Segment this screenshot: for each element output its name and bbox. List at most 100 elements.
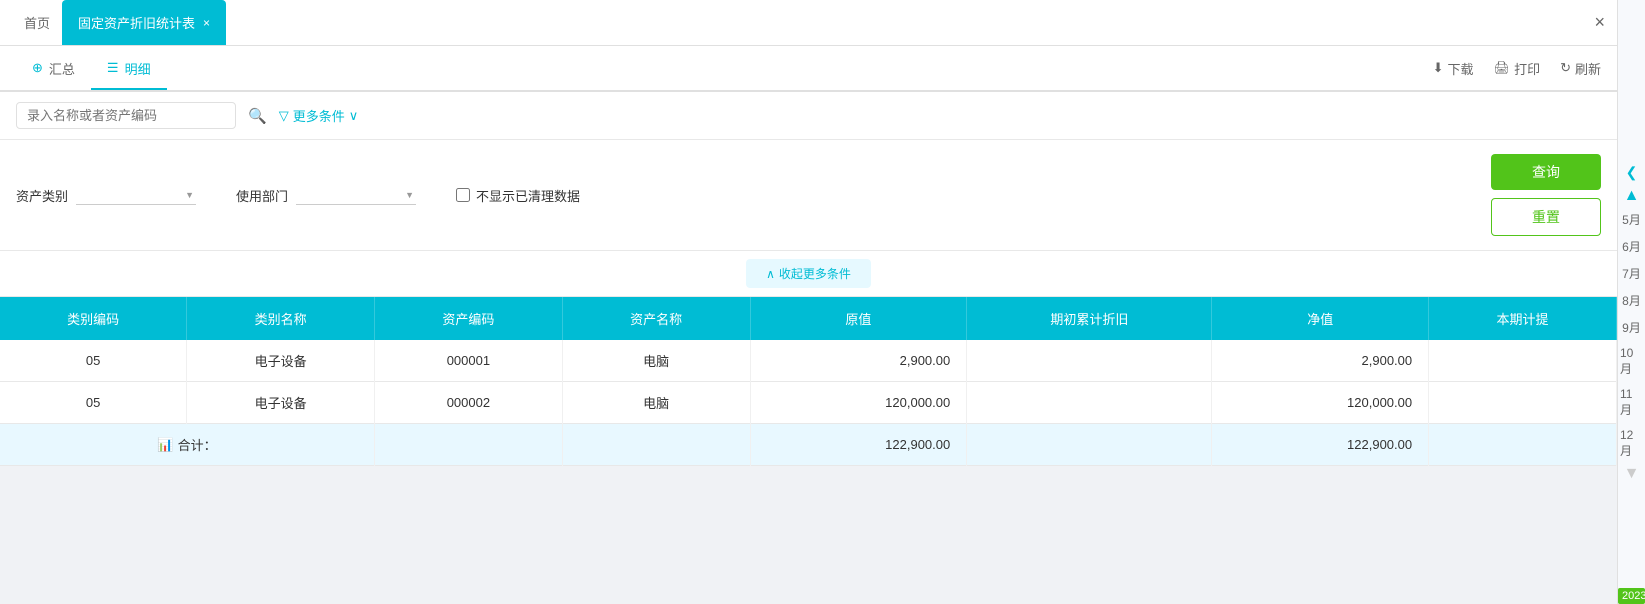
total-label-cell: 📊 合计： — [0, 424, 374, 466]
total-asset-code — [374, 424, 562, 466]
table-row[interactable]: 05 电子设备 000002 电脑 120,000.00 120,000.00 — [0, 382, 1617, 424]
chevron-down-icon: ∨ — [349, 108, 359, 124]
reset-button[interactable]: 重置 — [1491, 198, 1601, 236]
sidebar-chevron-icon[interactable]: ❮ — [1622, 160, 1642, 185]
refresh-action[interactable]: ↻ 刷新 — [1560, 59, 1601, 78]
sidebar-month-6[interactable]: 6月 — [1620, 234, 1643, 259]
asset-category-filter: 资产类别 — [16, 185, 196, 205]
sidebar-month-12[interactable]: 12月 — [1618, 424, 1645, 463]
row2-current-depreciation — [1429, 382, 1617, 424]
total-icon: 📊 — [157, 437, 173, 453]
sidebar-month-9[interactable]: 9月 — [1620, 315, 1643, 340]
row1-original-value: 2,900.00 — [750, 340, 967, 382]
col-accumulated-depreciation: 期初累计折旧 — [967, 297, 1212, 340]
detail-icon: ☰ — [107, 60, 119, 76]
col-asset-code: 资产编码 — [374, 297, 562, 340]
total-accumulated-depreciation — [967, 424, 1212, 466]
more-filter-label: 更多条件 — [293, 106, 345, 125]
row1-category-name: 电子设备 — [187, 340, 375, 382]
collapse-bar: ∧ 收起更多条件 — [0, 251, 1617, 297]
total-original-value: 122,900.00 — [750, 424, 967, 466]
row1-accumulated-depreciation — [967, 340, 1212, 382]
use-department-label: 使用部门 — [236, 186, 288, 205]
collapse-icon: ∧ — [766, 267, 775, 281]
asset-category-label: 资产类别 — [16, 186, 68, 205]
window-close-icon[interactable]: × — [1594, 12, 1605, 33]
row1-current-depreciation — [1429, 340, 1617, 382]
sidebar-scroll-up[interactable]: ▲ — [1624, 187, 1640, 205]
refresh-label: 刷新 — [1575, 59, 1601, 78]
row1-net-value: 2,900.00 — [1212, 340, 1429, 382]
col-current-depreciation: 本期计提 — [1429, 297, 1617, 340]
tab-detail[interactable]: ☰ 明细 — [91, 49, 167, 90]
row2-asset-code: 000002 — [374, 382, 562, 424]
data-table: 类别编码 类别名称 资产编码 资产名称 原值 期初累计折旧 净值 本期计提 05… — [0, 297, 1617, 466]
row2-original-value: 120,000.00 — [750, 382, 967, 424]
sidebar-month-11[interactable]: 11月 — [1618, 383, 1645, 422]
hide-cleared-filter: 不显示已清理数据 — [456, 186, 580, 205]
sidebar-month-10[interactable]: 10月 — [1618, 342, 1645, 381]
row2-category-code: 05 — [0, 382, 187, 424]
asset-category-select-wrapper — [76, 185, 196, 205]
filter-area: 资产类别 使用部门 不显示已清理数据 — [0, 140, 1617, 251]
action-buttons: ⬇ 下载 🖨 打印 ↻ 刷新 — [1433, 59, 1601, 78]
print-icon: 🖨 — [1494, 60, 1511, 76]
total-label-text: 合计： — [178, 435, 217, 454]
search-input[interactable] — [16, 102, 236, 129]
download-label: 下载 — [1448, 59, 1474, 78]
detail-label: 明细 — [125, 59, 151, 78]
total-asset-name — [562, 424, 750, 466]
row2-asset-name: 电脑 — [562, 382, 750, 424]
total-net-value: 122,900.00 — [1212, 424, 1429, 466]
asset-category-select[interactable] — [76, 185, 196, 205]
tab-summary[interactable]: ⊕ 汇总 — [16, 49, 91, 90]
row2-category-name: 电子设备 — [187, 382, 375, 424]
col-net-value: 净值 — [1212, 297, 1429, 340]
total-row: 📊 合计： 122,900.00 122,900.00 — [0, 424, 1617, 466]
sidebar-month-5[interactable]: 5月 — [1620, 207, 1643, 232]
use-department-select[interactable] — [296, 185, 416, 205]
col-category-name: 类别名称 — [187, 297, 375, 340]
tab-close-icon[interactable]: × — [203, 16, 210, 30]
use-department-select-wrapper — [296, 185, 416, 205]
sidebar-month-8[interactable]: 8月 — [1620, 288, 1643, 313]
use-department-filter: 使用部门 — [236, 185, 416, 205]
table-header-row: 类别编码 类别名称 资产编码 资产名称 原值 期初累计折旧 净值 本期计提 — [0, 297, 1617, 340]
top-nav: 首页 固定资产折旧统计表 × × — [0, 0, 1617, 46]
summary-icon: ⊕ — [32, 60, 43, 76]
filter-icon: ▽ — [279, 108, 289, 124]
row2-net-value: 120,000.00 — [1212, 382, 1429, 424]
search-bar: 🔍 ▽ 更多条件 ∨ — [0, 92, 1617, 140]
total-current-depreciation — [1429, 424, 1617, 466]
hide-cleared-label: 不显示已清理数据 — [476, 186, 580, 205]
year-badge: 2023 — [1618, 588, 1645, 604]
download-icon: ⬇ — [1433, 60, 1444, 76]
hide-cleared-checkbox[interactable] — [456, 188, 470, 202]
right-sidebar: ❮ ▲ 5月 6月 7月 8月 9月 10月 11月 12月 ▼ 2023 — [1617, 0, 1645, 604]
filter-action-buttons: 查询 重置 — [1491, 154, 1601, 236]
sub-tab-bar: ⊕ 汇总 ☰ 明细 ⬇ 下载 🖨 打印 ↻ 刷新 — [0, 46, 1617, 92]
sidebar-month-7[interactable]: 7月 — [1620, 261, 1643, 286]
refresh-icon: ↻ — [1560, 60, 1571, 76]
download-action[interactable]: ⬇ 下载 — [1433, 59, 1474, 78]
print-action[interactable]: 🖨 打印 — [1494, 59, 1541, 78]
collapse-button[interactable]: ∧ 收起更多条件 — [746, 259, 871, 288]
print-label: 打印 — [1514, 59, 1540, 78]
col-asset-name: 资产名称 — [562, 297, 750, 340]
table-row[interactable]: 05 电子设备 000001 电脑 2,900.00 2,900.00 — [0, 340, 1617, 382]
row1-asset-code: 000001 — [374, 340, 562, 382]
row2-accumulated-depreciation — [967, 382, 1212, 424]
row1-asset-name: 电脑 — [562, 340, 750, 382]
sidebar-scroll-down[interactable]: ▼ — [1624, 465, 1640, 483]
col-original-value: 原值 — [750, 297, 967, 340]
query-button[interactable]: 查询 — [1491, 154, 1601, 190]
active-tab[interactable]: 固定资产折旧统计表 × — [62, 0, 226, 45]
collapse-label: 收起更多条件 — [779, 265, 851, 282]
col-category-code: 类别编码 — [0, 297, 187, 340]
search-icon[interactable]: 🔍 — [248, 107, 267, 125]
tab-label: 固定资产折旧统计表 — [78, 13, 195, 32]
home-tab[interactable]: 首页 — [12, 13, 62, 32]
summary-label: 汇总 — [49, 59, 75, 78]
more-filter-button[interactable]: ▽ 更多条件 ∨ — [279, 106, 359, 125]
row1-category-code: 05 — [0, 340, 187, 382]
